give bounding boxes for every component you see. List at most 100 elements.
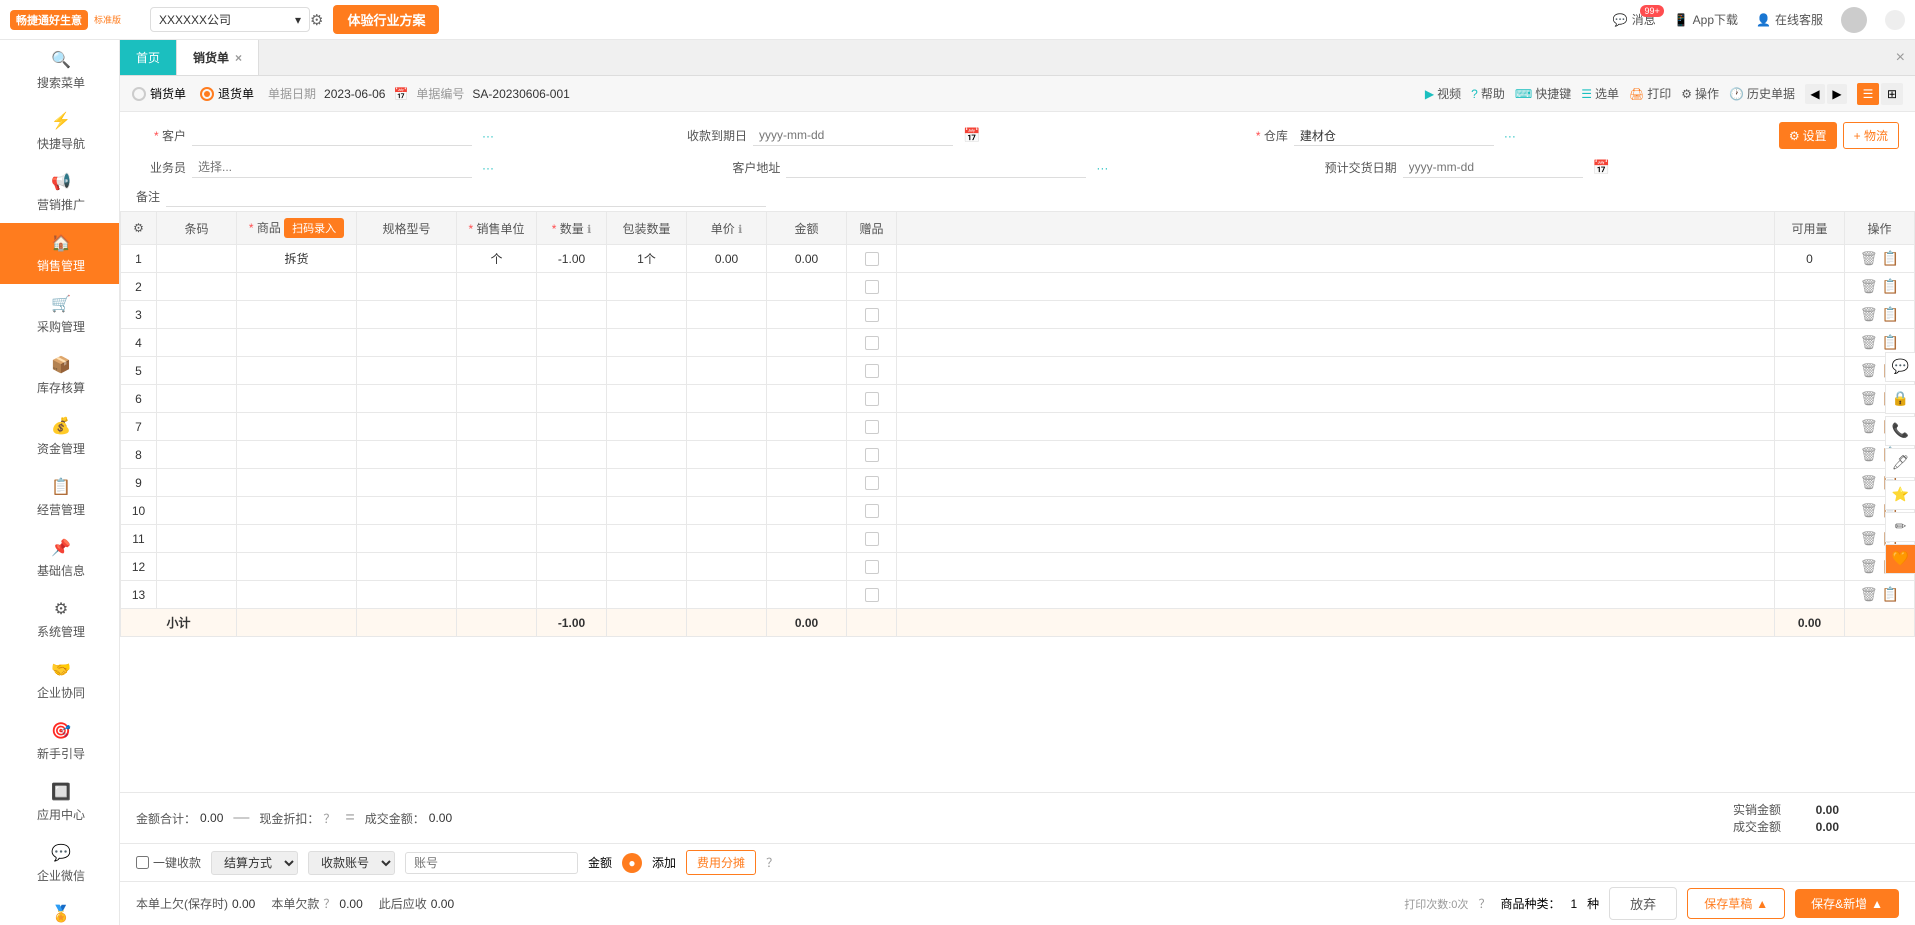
delete-row-icon[interactable]: 🗑 (1860, 418, 1878, 435)
float-btn-orange[interactable]: 🧡 (1885, 544, 1915, 574)
sidebar-item-marketing[interactable]: 📢 营销推广 (0, 162, 119, 223)
sidebar-item-member[interactable]: 🏅 畅会员 (0, 894, 119, 925)
sidebar-item-sales[interactable]: 🏠 销售管理 (0, 223, 119, 284)
sidebar-item-system[interactable]: ⚙ 系统管理 (0, 589, 119, 650)
one-click-checkbox-input[interactable] (136, 856, 149, 869)
delete-row-icon[interactable]: 🗑 (1860, 390, 1878, 407)
sidebar-item-collab[interactable]: 🤝 企业协同 (0, 650, 119, 711)
owe-question-icon[interactable]: ？ (323, 895, 335, 912)
add-payment-btn[interactable]: ● (622, 853, 642, 873)
sidebar-item-purchase[interactable]: 🛒 采购管理 (0, 284, 119, 345)
discard-button[interactable]: 放弃 (1609, 887, 1677, 920)
method-select[interactable]: 结算方式 (211, 851, 298, 875)
account-select[interactable]: 收款账号 (308, 851, 395, 875)
sidebar-item-inventory[interactable]: 📦 库存核算 (0, 345, 119, 406)
delete-row-icon[interactable]: 🗑 (1860, 278, 1878, 295)
one-click-pay-checkbox[interactable]: 一键收款 (136, 854, 201, 871)
app-download-btn[interactable]: 📱 App下载 (1674, 11, 1738, 28)
gift-checkbox[interactable] (865, 420, 879, 434)
sidebar-item-search[interactable]: 🔍 搜索菜单 (0, 40, 119, 101)
delivery-calendar-icon[interactable]: 📅 (1593, 159, 1610, 176)
logistics-button[interactable]: + 物流 (1843, 122, 1899, 149)
salesperson-dots[interactable]: ··· (482, 161, 494, 175)
expense-split-button[interactable]: 费用分摊 (686, 850, 756, 875)
gift-checkbox[interactable] (865, 532, 879, 546)
trial-button[interactable]: 体验行业方案 (333, 5, 439, 34)
gift-checkbox[interactable] (865, 364, 879, 378)
list-view-btn[interactable]: ☰ (1857, 83, 1879, 105)
gift-checkbox[interactable] (865, 280, 879, 294)
tab-close-all[interactable]: × (1886, 49, 1915, 67)
shortcut-btn[interactable]: ⌨ 快捷键 (1515, 85, 1571, 102)
delete-row-icon[interactable]: 🗑 (1860, 334, 1878, 351)
receive-date-input[interactable] (753, 125, 953, 146)
float-btn-star[interactable]: ⭐ (1885, 480, 1915, 510)
gift-checkbox[interactable] (865, 476, 879, 490)
message-btn[interactable]: 💬 消息 99+ (1613, 11, 1656, 28)
delete-row-icon[interactable]: 🗑 (1860, 558, 1878, 575)
customer-input[interactable] (192, 125, 472, 146)
sidebar-item-app[interactable]: 🔲 应用中心 (0, 772, 119, 833)
copy-row-icon[interactable]: 📋 (1882, 278, 1899, 295)
expense-help-icon[interactable]: ？ (766, 854, 778, 871)
avatar[interactable] (1841, 7, 1867, 33)
radio-sales-label[interactable]: 销货单 (132, 85, 186, 102)
copy-row-icon[interactable]: 📋 (1882, 334, 1899, 351)
amount-input[interactable] (405, 852, 578, 874)
float-btn-lock[interactable]: 🔒 (1885, 384, 1915, 414)
receive-date-calendar-icon[interactable]: 📅 (963, 127, 980, 144)
save-draft-button[interactable]: 保存草稿 ▲ (1687, 888, 1785, 919)
help-btn[interactable]: ? 帮助 (1471, 85, 1505, 102)
sidebar-item-guide[interactable]: 🎯 新手引导 (0, 711, 119, 772)
warehouse-input[interactable] (1294, 125, 1494, 146)
video-btn[interactable]: ▶ 视频 (1425, 85, 1461, 102)
tab-sales-order[interactable]: 销货单 × (177, 40, 259, 75)
radio-sales-dot[interactable] (132, 87, 146, 101)
history-btn[interactable]: 🕐 历史单据 (1729, 85, 1795, 102)
delete-row-icon[interactable]: 🗑 (1860, 530, 1878, 547)
customer-dots[interactable]: ··· (482, 129, 494, 143)
tab-close-icon[interactable]: × (235, 51, 242, 65)
copy-row-icon[interactable]: 📋 (1882, 250, 1899, 267)
sidebar-item-operation[interactable]: 📋 经营管理 (0, 467, 119, 528)
save-new-button[interactable]: 保存&新增 ▲ (1795, 889, 1899, 918)
copy-row-icon[interactable]: 📋 (1882, 586, 1899, 603)
sidebar-item-wechat[interactable]: 💬 企业微信 (0, 833, 119, 894)
settings-button[interactable]: ⚙ 设置 (1779, 122, 1837, 149)
company-selector[interactable]: XXXXXX公司 ▾ (150, 7, 310, 32)
float-btn-pencil[interactable]: ✏ (1885, 512, 1915, 542)
delete-row-icon[interactable]: 🗑 (1860, 502, 1878, 519)
copy-row-icon[interactable]: 📋 (1882, 306, 1899, 323)
settings-gear-icon[interactable]: ⚙ (310, 11, 323, 29)
gift-checkbox[interactable] (865, 392, 879, 406)
float-btn-chat[interactable]: 💬 (1885, 352, 1915, 382)
delete-row-icon[interactable]: 🗑 (1860, 362, 1878, 379)
delete-row-icon[interactable]: 🗑 (1860, 250, 1878, 267)
gift-checkbox[interactable] (865, 504, 879, 518)
operate-btn[interactable]: ⚙ 操作 (1681, 85, 1719, 102)
gift-checkbox[interactable] (865, 560, 879, 574)
sidebar-item-finance[interactable]: 💰 资金管理 (0, 406, 119, 467)
delete-row-icon[interactable]: 🗑 (1860, 306, 1878, 323)
gift-checkbox[interactable] (865, 336, 879, 350)
customer-addr-input[interactable] (786, 157, 1086, 178)
grid-view-btn[interactable]: ⊞ (1881, 83, 1903, 105)
online-service-btn[interactable]: 👤 在线客服 (1756, 11, 1823, 28)
date-calendar-icon[interactable]: 📅 (393, 87, 408, 101)
gift-checkbox[interactable] (865, 588, 879, 602)
radio-return-label[interactable]: 退货单 (200, 85, 254, 102)
print-question-icon[interactable]: ？ (1478, 895, 1490, 912)
delete-row-icon[interactable]: 🗑 (1860, 586, 1878, 603)
radio-return-dot[interactable] (200, 87, 214, 101)
gift-checkbox[interactable] (865, 252, 879, 266)
delete-row-icon[interactable]: 🗑 (1860, 474, 1878, 491)
gift-checkbox[interactable] (865, 308, 879, 322)
next-arrow[interactable]: ▶ (1827, 84, 1847, 104)
sidebar-item-basic[interactable]: 📌 基础信息 (0, 528, 119, 589)
salesperson-input[interactable] (192, 157, 472, 178)
sidebar-item-quick[interactable]: ⚡ 快捷导航 (0, 101, 119, 162)
addr-dots[interactable]: ··· (1096, 161, 1108, 175)
tab-home[interactable]: 首页 (120, 40, 177, 75)
float-btn-phone[interactable]: 📞 (1885, 416, 1915, 446)
discount-question-icon[interactable]: ？ (323, 810, 335, 827)
